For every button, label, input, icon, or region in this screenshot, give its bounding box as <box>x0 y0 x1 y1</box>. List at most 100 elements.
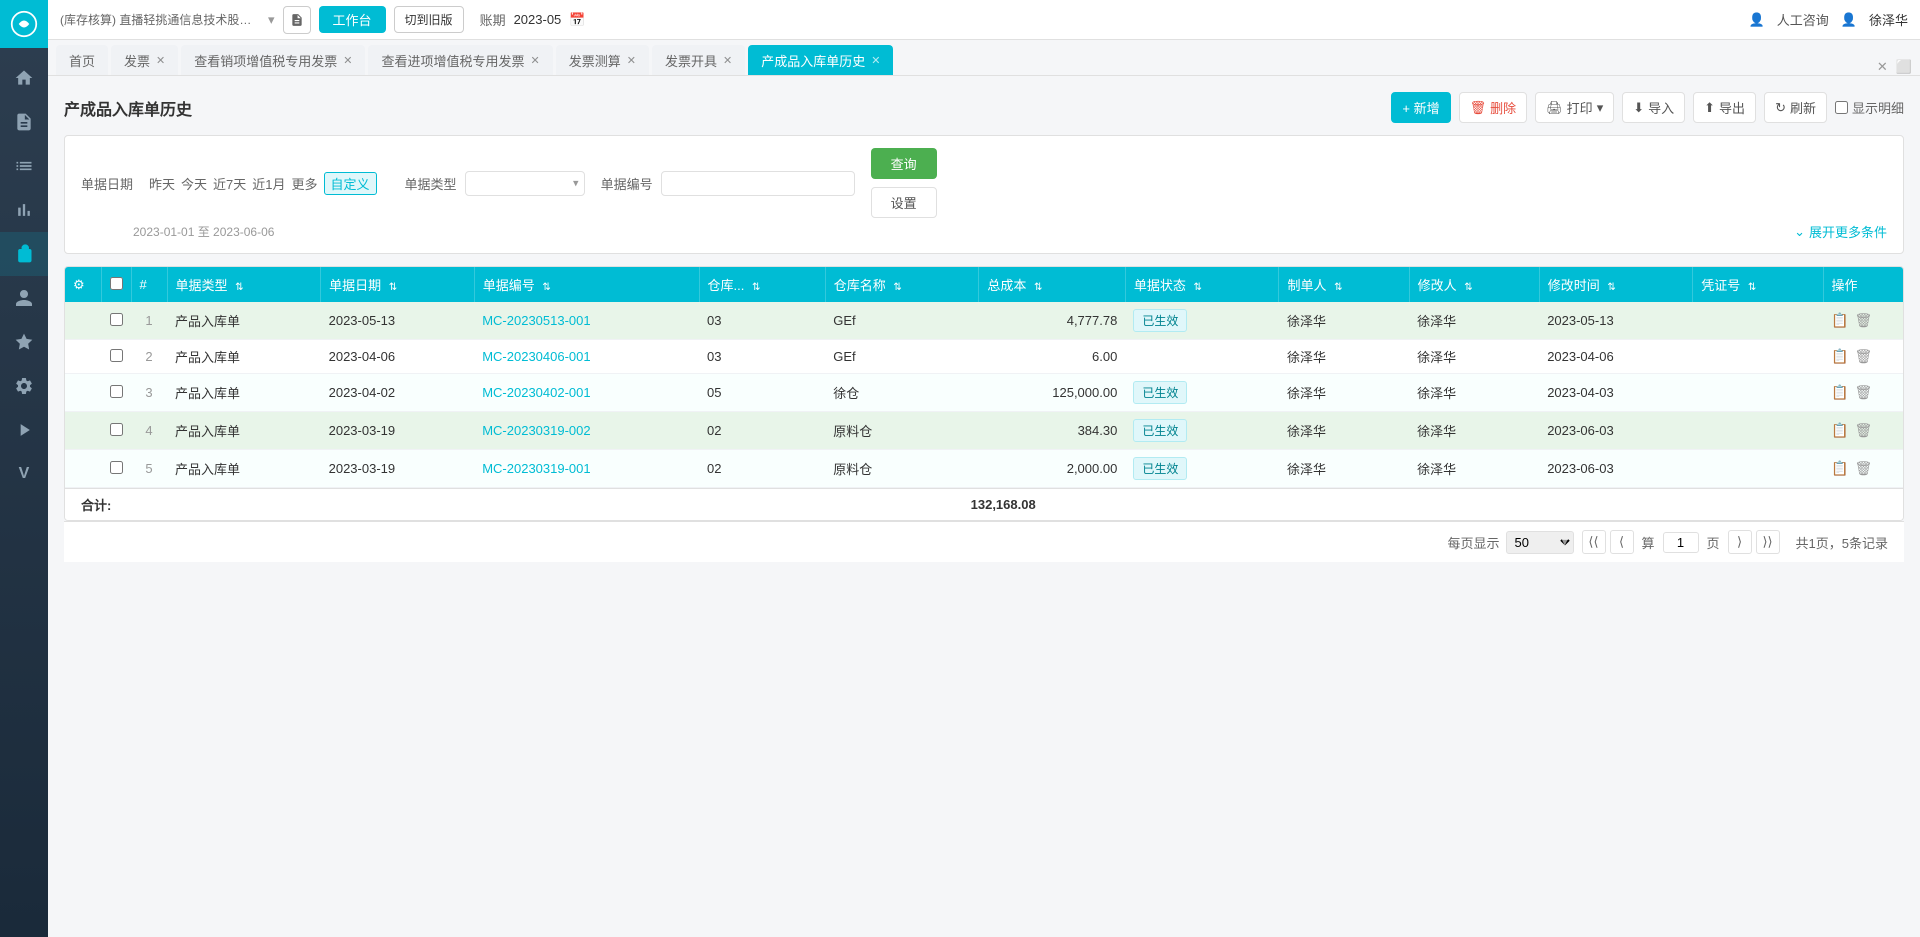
sidebar-item-people[interactable] <box>0 276 48 320</box>
row-docnumber[interactable]: MC-20230319-001 <box>474 450 699 488</box>
row-docnumber[interactable]: MC-20230402-001 <box>474 374 699 412</box>
col-settings[interactable]: ⚙ <box>65 267 101 302</box>
tab-invoice-open[interactable]: 发票开具 ✕ <box>652 45 745 75</box>
toolbar-print-button[interactable]: 🖨 打印 ▾ <box>1535 92 1614 123</box>
sidebar-item-settings[interactable] <box>0 364 48 408</box>
query-button[interactable]: 查询 <box>871 148 937 179</box>
tab-product-storage-close[interactable]: ✕ <box>871 54 880 67</box>
col-modifier-header[interactable]: 修改人 ⇅ <box>1409 267 1539 302</box>
toolbar-refresh-button[interactable]: ↻ 刷新 <box>1764 92 1827 123</box>
doc-number-link[interactable]: MC-20230319-001 <box>482 461 590 476</box>
display-col-checkbox[interactable] <box>1835 101 1848 114</box>
tab-invoice-calc[interactable]: 发票测算 ✕ <box>556 45 649 75</box>
settings-gear-icon[interactable]: ⚙ <box>73 277 85 292</box>
col-whcode-header[interactable]: 仓库... ⇅ <box>699 267 825 302</box>
shortcut-today[interactable]: 今天 <box>181 174 207 193</box>
per-page-select[interactable]: 20 50 100 <box>1506 531 1574 554</box>
row-checkbox-cell[interactable] <box>101 374 131 412</box>
tab-sales-vat[interactable]: 查看销项增值税专用发票 ✕ <box>181 45 365 75</box>
workbench-button[interactable]: 工作台 <box>319 6 386 33</box>
sidebar-item-play[interactable] <box>0 408 48 452</box>
row-docnumber[interactable]: MC-20230513-001 <box>474 302 699 340</box>
select-all-checkbox[interactable] <box>110 277 123 290</box>
row-checkbox-cell[interactable] <box>101 412 131 450</box>
logo[interactable] <box>0 0 48 48</box>
tab-purchase-vat[interactable]: 查看进项增值税专用发票 ✕ <box>368 45 552 75</box>
row-checkbox[interactable] <box>110 385 123 398</box>
row-checkbox[interactable] <box>110 313 123 326</box>
row-checkbox[interactable] <box>110 423 123 436</box>
page-input[interactable] <box>1663 532 1699 553</box>
tab-product-storage[interactable]: 产成品入库单历史 ✕ <box>748 45 893 75</box>
sidebar-item-documents[interactable] <box>0 100 48 144</box>
row-edit-icon[interactable]: 📋 <box>1831 422 1848 439</box>
first-page-button[interactable]: ⟨⟨ <box>1582 530 1606 554</box>
tab-sales-vat-close[interactable]: ✕ <box>343 54 352 67</box>
user-name[interactable]: 徐泽华 <box>1869 10 1908 29</box>
shortcut-yesterday[interactable]: 昨天 <box>149 174 175 193</box>
calendar-icon[interactable]: 📅 <box>569 12 585 28</box>
doc-number-link[interactable]: MC-20230319-002 <box>482 423 590 438</box>
toolbar-new-button[interactable]: + 新增 <box>1391 92 1450 123</box>
row-delete-icon[interactable]: 🗑 <box>1854 348 1872 365</box>
col-doctype-header[interactable]: 单据类型 ⇅ <box>167 267 321 302</box>
row-delete-icon[interactable]: 🗑 <box>1854 312 1872 329</box>
row-edit-icon[interactable]: 📋 <box>1831 348 1848 365</box>
row-delete-icon[interactable]: 🗑 <box>1854 460 1872 477</box>
last-page-button[interactable]: ⟩⟩ <box>1756 530 1780 554</box>
row-edit-icon[interactable]: 📋 <box>1831 384 1848 401</box>
sidebar-item-star[interactable] <box>0 320 48 364</box>
service-label[interactable]: 人工咨询 <box>1777 10 1829 29</box>
row-delete-icon[interactable]: 🗑 <box>1854 384 1872 401</box>
sidebar-item-home[interactable] <box>0 56 48 100</box>
expand-button[interactable]: ⌄ 展开更多条件 <box>1794 222 1887 241</box>
prev-page-button[interactable]: ⟨ <box>1610 530 1634 554</box>
col-creator-header[interactable]: 制单人 ⇅ <box>1279 267 1409 302</box>
tab-close-all[interactable]: ✕ <box>1877 59 1888 75</box>
toolbar-delete-button[interactable]: 🗑 删除 <box>1459 92 1528 123</box>
tab-invoice-close[interactable]: ✕ <box>156 54 165 67</box>
col-modtime-header[interactable]: 修改时间 ⇅ <box>1539 267 1693 302</box>
col-status-header[interactable]: 单据状态 ⇅ <box>1125 267 1279 302</box>
row-docnumber[interactable]: MC-20230406-001 <box>474 340 699 374</box>
shortcut-1month[interactable]: 近1月 <box>252 174 285 193</box>
sidebar-item-analytics[interactable] <box>0 188 48 232</box>
tab-invoice-calc-close[interactable]: ✕ <box>627 54 636 67</box>
display-col-toggle[interactable]: 显示明细 <box>1835 98 1904 117</box>
row-checkbox-cell[interactable] <box>101 302 131 340</box>
tab-maximize[interactable]: ⬜ <box>1896 59 1912 75</box>
topbar-doc-icon[interactable] <box>283 6 311 34</box>
sidebar-item-storage[interactable] <box>0 232 48 276</box>
col-docdate-header[interactable]: 单据日期 ⇅ <box>321 267 475 302</box>
sidebar-item-v[interactable]: V <box>0 452 48 496</box>
type-select[interactable] <box>465 171 585 196</box>
row-checkbox[interactable] <box>110 461 123 474</box>
sidebar-item-chart[interactable] <box>0 144 48 188</box>
col-checkbox-header[interactable] <box>101 267 131 302</box>
col-voucher-header[interactable]: 凭证号 ⇅ <box>1693 267 1823 302</box>
row-docnumber[interactable]: MC-20230319-002 <box>474 412 699 450</box>
row-edit-icon[interactable]: 📋 <box>1831 312 1848 329</box>
next-page-button[interactable]: ⟩ <box>1728 530 1752 554</box>
set-button[interactable]: 设置 <box>871 187 937 218</box>
row-checkbox-cell[interactable] <box>101 450 131 488</box>
col-cost-header[interactable]: 总成本 ⇅ <box>979 267 1126 302</box>
toolbar-export-button[interactable]: ⬆ 导出 <box>1693 92 1756 123</box>
tab-home[interactable]: 首页 <box>56 45 108 75</box>
col-docnumber-header[interactable]: 单据编号 ⇅ <box>474 267 699 302</box>
row-checkbox[interactable] <box>110 349 123 362</box>
row-delete-icon[interactable]: 🗑 <box>1854 422 1872 439</box>
doc-number-link[interactable]: MC-20230406-001 <box>482 349 590 364</box>
row-checkbox-cell[interactable] <box>101 340 131 374</box>
toolbar-import-button[interactable]: ⬇ 导入 <box>1622 92 1685 123</box>
shortcut-more[interactable]: 更多 <box>292 174 318 193</box>
tab-invoice-open-close[interactable]: ✕ <box>723 54 732 67</box>
tab-purchase-vat-close[interactable]: ✕ <box>531 54 540 67</box>
doc-number-link[interactable]: MC-20230402-001 <box>482 385 590 400</box>
number-input[interactable] <box>661 171 855 196</box>
row-edit-icon[interactable]: 📋 <box>1831 460 1848 477</box>
doc-number-link[interactable]: MC-20230513-001 <box>482 313 590 328</box>
col-whname-header[interactable]: 仓库名称 ⇅ <box>825 267 979 302</box>
switch-old-button[interactable]: 切到旧版 <box>394 6 464 33</box>
tab-invoice[interactable]: 发票 ✕ <box>111 45 178 75</box>
